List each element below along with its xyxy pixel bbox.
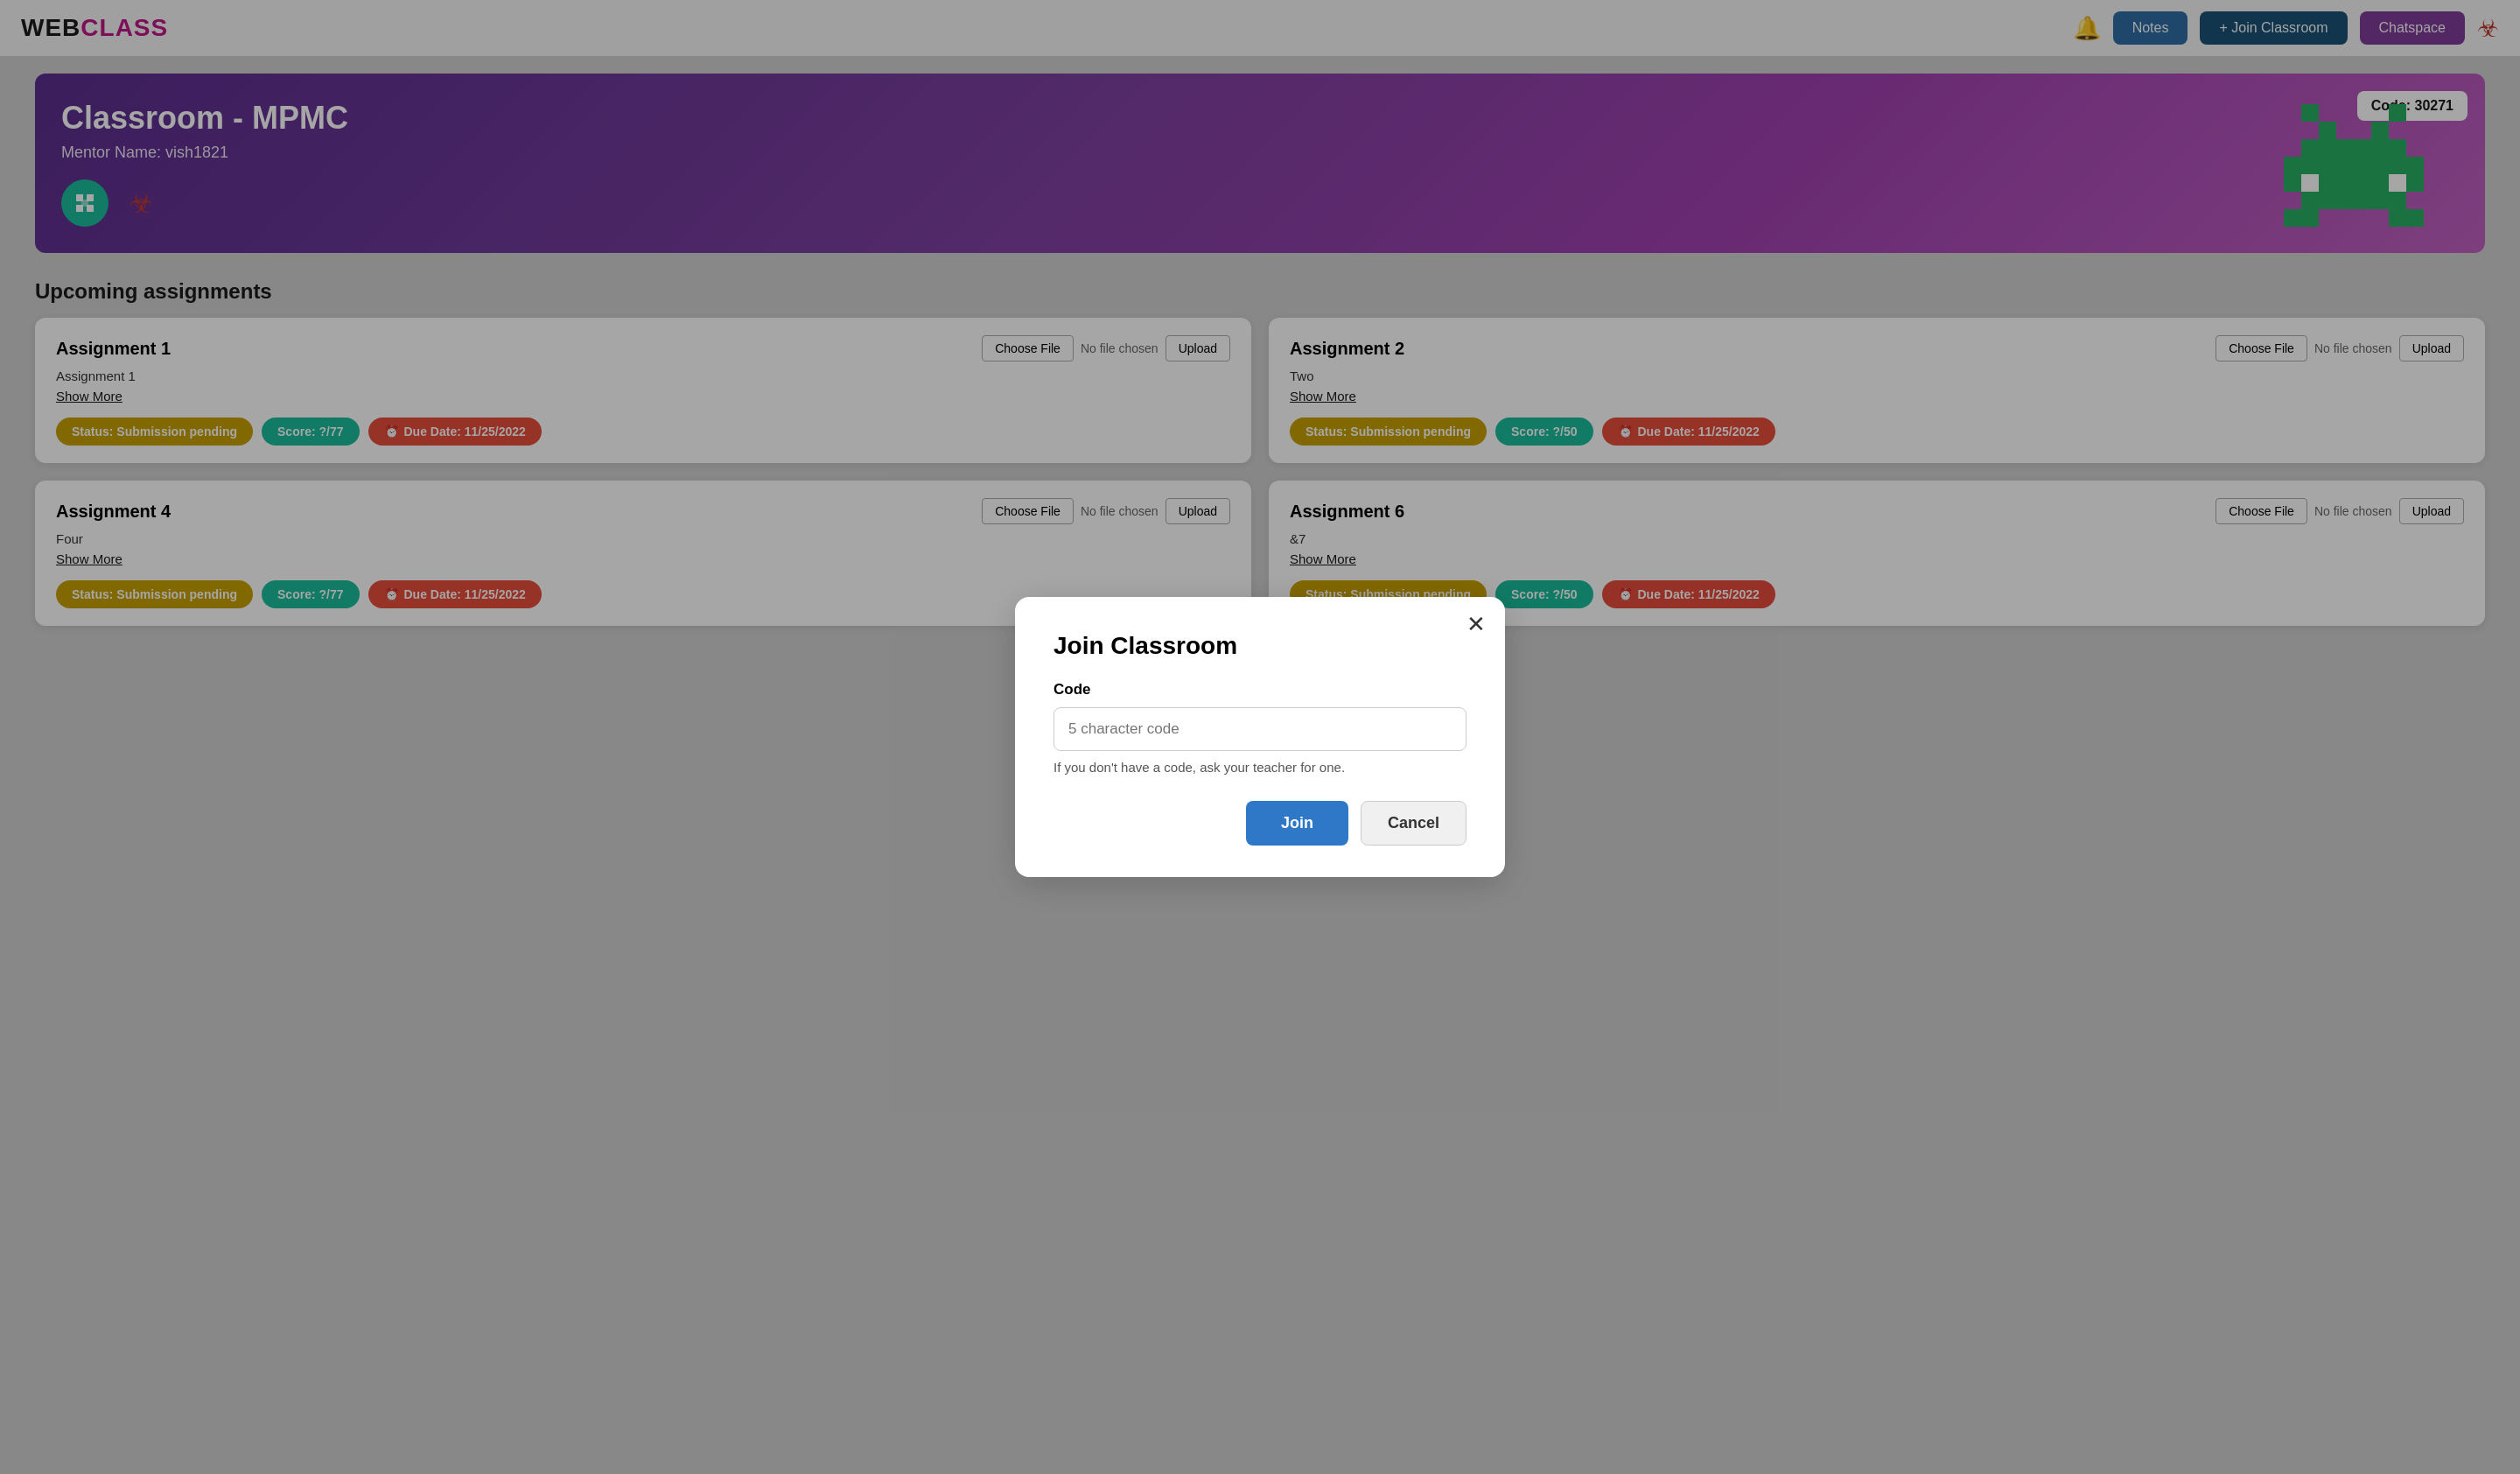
modal-hint: If you don't have a code, ask your teach… [1054,760,1466,775]
code-label: Code [1054,681,1466,698]
join-classroom-modal: ✕ Join Classroom Code If you don't have … [1015,597,1505,877]
code-input[interactable] [1054,707,1466,751]
modal-title: Join Classroom [1054,632,1466,660]
modal-overlay[interactable]: ✕ Join Classroom Code If you don't have … [0,0,2520,1474]
cancel-button[interactable]: Cancel [1361,801,1466,846]
join-button[interactable]: Join [1246,801,1348,846]
modal-actions: Join Cancel [1054,801,1466,846]
modal-close-button[interactable]: ✕ [1466,613,1486,635]
